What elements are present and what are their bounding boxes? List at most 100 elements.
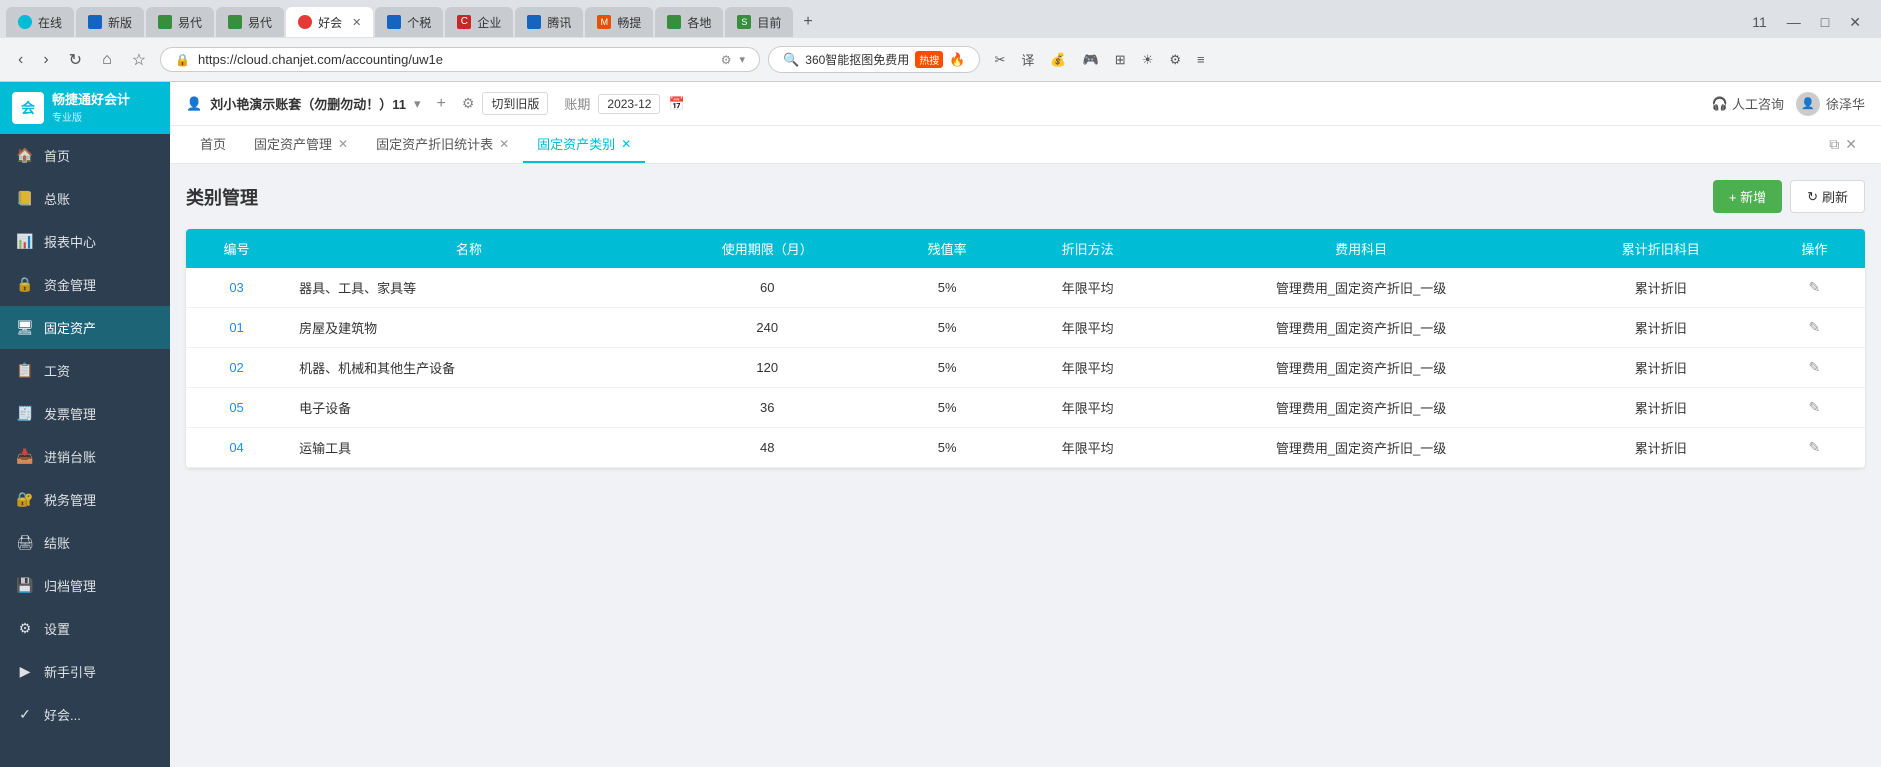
add-button[interactable]: + 新增 (1713, 180, 1782, 213)
sidebar-item-fixed-assets[interactable]: 🖥 固定资产 (0, 306, 170, 349)
reload-button[interactable]: ↻ (63, 46, 88, 74)
sidebar-item-invoices[interactable]: 🧾 发票管理 (0, 392, 170, 435)
sidebar-label-tax: 税务管理 (44, 490, 96, 509)
back-button[interactable]: ‹ (12, 47, 29, 73)
game-button[interactable]: 🎮 (1077, 50, 1105, 70)
sidebar-item-purchase[interactable]: 📥 进销台账 (0, 435, 170, 478)
switch-version-button[interactable]: 切到旧版 (482, 92, 548, 115)
sidebar-item-home[interactable]: 🏠 首页 (0, 134, 170, 177)
menu-button[interactable]: ≡ (1191, 50, 1211, 69)
edit-button-0[interactable]: ✎ (1809, 279, 1821, 295)
dropdown-icon[interactable]: ▾ (414, 96, 421, 112)
sidebar-label-haohui: 好会... (44, 705, 81, 724)
url-dropdown-icon[interactable]: ▾ (740, 53, 746, 66)
tutorial-icon: ▶ (16, 663, 34, 680)
edit-button-3[interactable]: ✎ (1809, 399, 1821, 415)
refresh-button[interactable]: ↻ 刷新 (1790, 180, 1865, 213)
browser-tab-changti[interactable]: M 畅提 (585, 7, 653, 37)
page-tab-nav: 首页 固定资产管理 ✕ 固定资产折旧统计表 ✕ 固定资产类别 ✕ ⧉ ✕ (170, 126, 1881, 164)
window-restore-button[interactable]: ⧉ (1829, 136, 1839, 153)
sidebar-item-ledger[interactable]: 📒 总账 (0, 177, 170, 220)
cell-residual-0: 5% (883, 268, 1010, 308)
tab-asset-category[interactable]: 固定资产类别 ✕ (523, 126, 645, 163)
settings-button[interactable]: ⚙ (1163, 50, 1187, 70)
window-minimize-button[interactable]: — (1781, 12, 1807, 32)
archive-icon: 💾 (16, 577, 34, 594)
browser-tab-geshu[interactable]: 个税 (375, 7, 443, 37)
logo-icon: 会 (12, 92, 44, 124)
url-bar[interactable]: 🔒 https://cloud.chanjet.com/accounting/u… (160, 47, 760, 72)
brightness-button[interactable]: ☀ (1136, 50, 1160, 70)
service-button[interactable]: 🎧 人工咨询 (1712, 94, 1784, 113)
sidebar-item-haohui[interactable]: ✓ 好会... (0, 693, 170, 736)
browser-tab-gedi[interactable]: 各地 (655, 7, 723, 37)
table-row: 01 房屋及建筑物 240 5% 年限平均 管理费用_固定资产折旧_一级 累计折… (186, 308, 1865, 348)
page-header: 类别管理 + 新增 ↻ 刷新 (186, 180, 1865, 213)
bookmark-button[interactable]: ☆ (126, 46, 152, 74)
browser-tab-yidai1[interactable]: 易代 (146, 7, 214, 37)
address-bar: ‹ › ↻ ⌂ ☆ 🔒 https://cloud.chanjet.com/ac… (0, 38, 1881, 82)
col-action: 操作 (1764, 229, 1865, 268)
search-bar[interactable]: 🔍 360智能抠图免费用 热搜 🔥 (768, 46, 980, 73)
cell-months-3: 36 (651, 388, 884, 428)
tab-depreciation-table[interactable]: 固定资产折旧统计表 ✕ (362, 126, 523, 163)
sidebar-label-payroll: 工资 (44, 361, 70, 380)
col-residual: 残值率 (883, 229, 1010, 268)
tab-depr-close[interactable]: ✕ (499, 137, 509, 151)
home-button[interactable]: ⌂ (96, 47, 118, 73)
wallet-button[interactable]: 💰 (1044, 50, 1072, 70)
cell-residual-3: 5% (883, 388, 1010, 428)
tab-fa-mgmt-close[interactable]: ✕ (338, 137, 348, 151)
cut-button[interactable]: ✂ (988, 50, 1011, 70)
tab-home[interactable]: 首页 (186, 126, 240, 163)
username: 徐泽华 (1826, 94, 1865, 113)
period-value[interactable]: 2023-12 (598, 94, 660, 114)
top-bar-left: 👤 刘小艳演示账套（勿删勿动！）11 ▾ + ⚙ 切到旧版 账期 2023-12… (186, 91, 685, 117)
grid-button[interactable]: ⊞ (1109, 50, 1132, 70)
sidebar-item-reports[interactable]: 📊 报表中心 (0, 220, 170, 263)
window-close-content-button[interactable]: ✕ (1845, 136, 1857, 153)
new-tab-button[interactable]: + (795, 9, 820, 35)
window-close-button[interactable]: ✕ (1843, 12, 1867, 33)
browser-tab-xinban[interactable]: 新版 (76, 7, 144, 37)
tab-category-close[interactable]: ✕ (621, 137, 631, 151)
browser-tab-qiye[interactable]: C 企业 (445, 7, 513, 37)
translate-button[interactable]: 译 (1015, 48, 1040, 71)
settings-account-button[interactable]: ⚙ (462, 95, 475, 112)
sidebar-item-funds[interactable]: 🔒 资金管理 (0, 263, 170, 306)
refresh-label: 刷新 (1822, 187, 1848, 206)
table-row: 03 器具、工具、家具等 60 5% 年限平均 管理费用_固定资产折旧_一级 累… (186, 268, 1865, 308)
col-method: 折旧方法 (1011, 229, 1165, 268)
sidebar-item-tutorial[interactable]: ▶ 新手引导 (0, 650, 170, 693)
browser-tab-zaixin[interactable]: 在线 (6, 7, 74, 37)
window-maximize-button[interactable]: □ (1815, 12, 1835, 32)
sidebar-item-archive[interactable]: 💾 归档管理 (0, 564, 170, 607)
browser-tab-haohui[interactable]: 好会 ✕ (286, 7, 373, 37)
cell-accumulated-4: 累计折旧 (1558, 428, 1764, 468)
sidebar-item-closing[interactable]: 🖨 结账 (0, 521, 170, 564)
cell-code-3: 05 (186, 388, 287, 428)
cell-residual-2: 5% (883, 348, 1010, 388)
edit-button-4[interactable]: ✎ (1809, 439, 1821, 455)
sidebar-item-tax[interactable]: 🔐 税务管理 (0, 478, 170, 521)
edit-button-1[interactable]: ✎ (1809, 319, 1821, 335)
sidebar-label-purchase: 进销台账 (44, 447, 96, 466)
sidebar-item-settings[interactable]: ⚙ 设置 (0, 607, 170, 650)
tab-fixed-assets-mgmt[interactable]: 固定资产管理 ✕ (240, 126, 362, 163)
add-account-button[interactable]: + (428, 91, 453, 117)
browser-tab-yidai2[interactable]: 易代 (216, 7, 284, 37)
tab-count-badge[interactable]: 11 (1746, 12, 1773, 32)
edit-button-2[interactable]: ✎ (1809, 359, 1821, 375)
browser-tab-muqian[interactable]: S 目前 (725, 7, 793, 37)
sidebar-label-fixed-assets: 固定资产 (44, 318, 96, 337)
user-avatar-area[interactable]: 👤 徐泽华 (1796, 92, 1865, 116)
sidebar-item-payroll[interactable]: 📋 工资 (0, 349, 170, 392)
forward-button[interactable]: › (37, 47, 54, 73)
cell-name-2: 机器、机械和其他生产设备 (287, 348, 651, 388)
browser-chrome: 在线 新版 易代 易代 好会 ✕ 个税 C 企业 腾讯 (0, 0, 1881, 82)
browser-tab-tengxun[interactable]: 腾讯 (515, 7, 583, 37)
tab-close-haohui[interactable]: ✕ (352, 16, 361, 29)
calendar-icon[interactable]: 📅 (668, 96, 684, 112)
col-name: 名称 (287, 229, 651, 268)
refresh-icon: ↻ (1807, 189, 1818, 205)
